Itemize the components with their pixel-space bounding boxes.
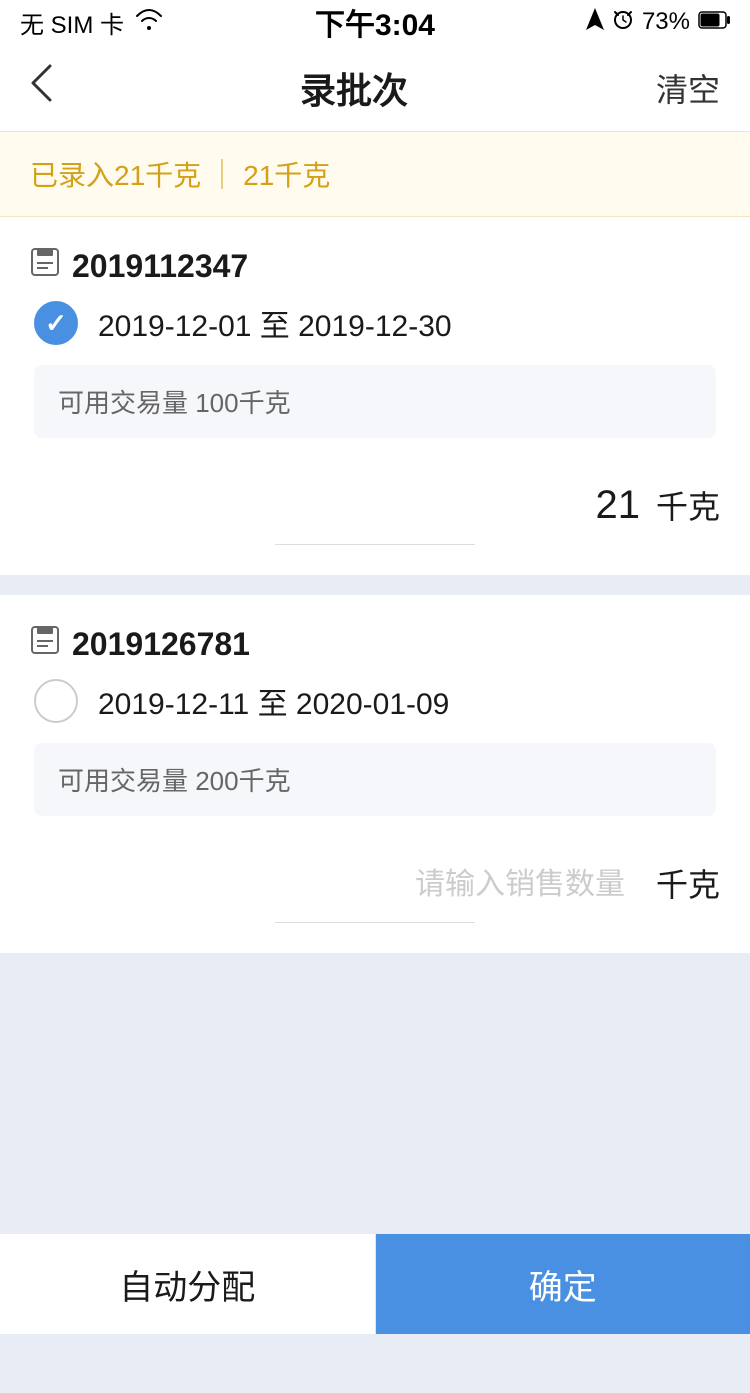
batch2-icon	[30, 625, 60, 663]
auto-distribute-button[interactable]: 自动分配	[0, 1234, 376, 1334]
batch2-id: 2019126781	[72, 626, 250, 663]
section-separator	[0, 575, 750, 595]
back-button[interactable]	[30, 64, 52, 111]
wifi-icon	[134, 8, 164, 37]
summary-divider	[221, 159, 223, 189]
page-title: 录批次	[300, 62, 408, 114]
batch1-radio[interactable]	[34, 301, 78, 345]
batch1-id: 2019112347	[72, 248, 248, 285]
batch2-dates: 2019-12-11 至 2020-01-09	[98, 679, 449, 723]
status-bar: 无 SIM 卡 下午3:04	[0, 0, 750, 44]
batch-item-1: 2019112347 2019-12-01 至 2019-12-30 可用交易量…	[0, 217, 750, 575]
time-display: 下午3:04	[315, 0, 435, 44]
batch1-row[interactable]: 2019-12-01 至 2019-12-30	[30, 301, 720, 345]
summary-value: 21千克	[243, 154, 330, 194]
batch2-header: 2019126781	[30, 625, 720, 663]
batch1-unit: 千克	[656, 482, 720, 528]
main-content: 2019112347 2019-12-01 至 2019-12-30 可用交易量…	[0, 217, 750, 1393]
batch1-amount: 21	[595, 483, 640, 528]
sim-label: 无 SIM 卡	[20, 5, 124, 40]
batch-item-2: 2019126781 2019-12-11 至 2020-01-09 可用交易量…	[0, 595, 750, 953]
location-icon	[586, 8, 604, 37]
batch2-unit: 千克	[656, 860, 720, 906]
batch2-input-row[interactable]: 千克	[0, 840, 750, 906]
batch2-row[interactable]: 2019-12-11 至 2020-01-09	[30, 679, 720, 723]
quantity-input[interactable]	[340, 865, 640, 902]
battery-icon	[698, 8, 730, 36]
batch1-available: 可用交易量 100千克	[34, 365, 716, 438]
battery-label: 73%	[642, 8, 690, 36]
status-left: 无 SIM 卡	[20, 5, 164, 40]
batch1-dates: 2019-12-01 至 2019-12-30	[98, 301, 452, 345]
confirm-button[interactable]: 确定	[376, 1234, 750, 1334]
clear-button[interactable]: 清空	[656, 65, 720, 111]
batch2-radio[interactable]	[34, 679, 78, 723]
summary-bar: 已录入21千克 21千克	[0, 132, 750, 217]
batch1-amount-row: 21 千克	[0, 462, 750, 528]
footer: 自动分配 确定	[0, 1234, 750, 1334]
batch1-icon	[30, 247, 60, 285]
batch2-available: 可用交易量 200千克	[34, 743, 716, 816]
alarm-icon	[612, 8, 634, 37]
nav-bar: 录批次 清空	[0, 44, 750, 132]
batch1-header: 2019112347	[30, 247, 720, 285]
status-right: 73%	[586, 8, 730, 37]
summary-label: 已录入21千克	[30, 154, 201, 194]
